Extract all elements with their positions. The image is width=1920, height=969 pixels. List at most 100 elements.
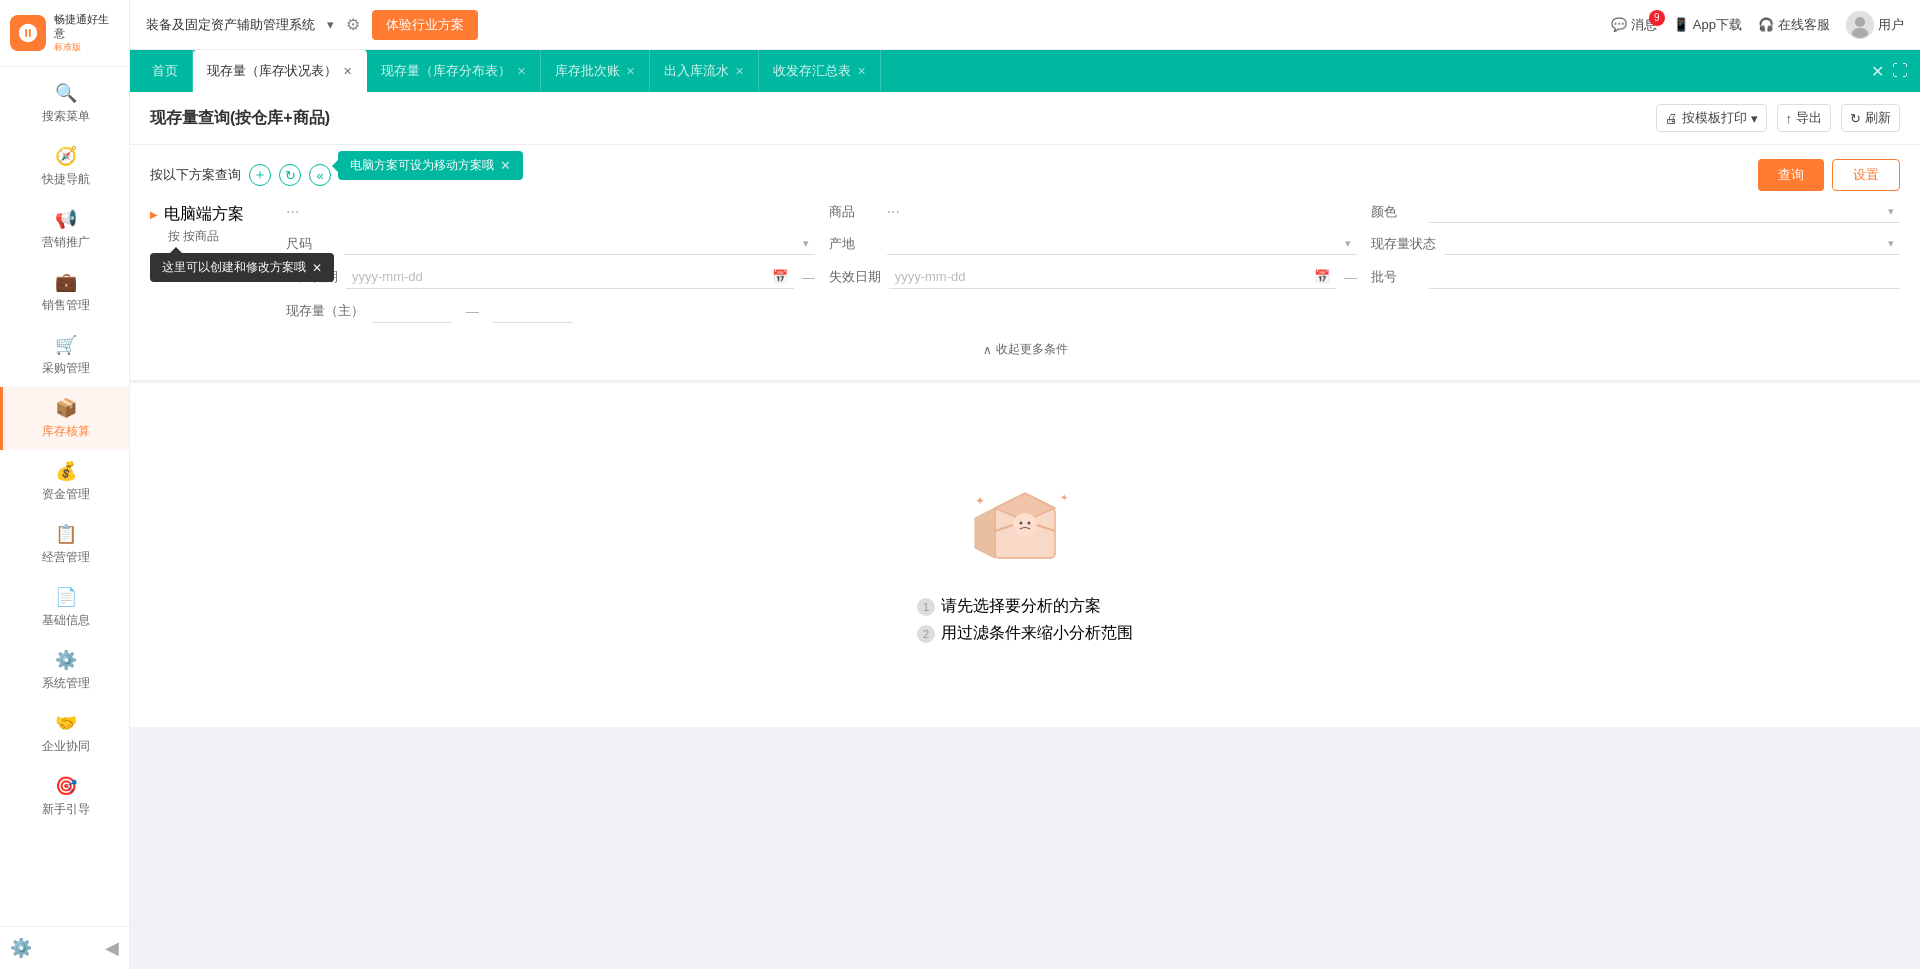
- expire-date-dash: —: [1344, 270, 1357, 285]
- system-dropdown-btn[interactable]: ▾: [327, 17, 334, 32]
- tabs-bar: 首页 现存量（库存状况表） ✕ 现存量（库存分布表） ✕ 库存批次账 ✕ 出入库…: [130, 50, 1920, 92]
- user-area[interactable]: 用户: [1846, 11, 1904, 39]
- tab-home[interactable]: 首页: [138, 50, 193, 92]
- refresh-scheme-btn[interactable]: ↻: [279, 164, 301, 186]
- tab-batch[interactable]: 库存批次账 ✕: [541, 50, 650, 92]
- add-scheme-btn[interactable]: ＋: [249, 164, 271, 186]
- sidebar-item-system[interactable]: ⚙️ 系统管理: [0, 639, 129, 702]
- sidebar-item-guide[interactable]: 🧭 快捷导航: [0, 135, 129, 198]
- produce-date-from[interactable]: yyyy-mm-dd 📅: [346, 265, 794, 289]
- tab-inventory-dist[interactable]: 现存量（库存分布表） ✕: [367, 50, 541, 92]
- produce-date-calendar-icon[interactable]: 📅: [772, 269, 788, 284]
- stock-qty-to[interactable]: [493, 299, 573, 323]
- tab-inout[interactable]: 出入库流水 ✕: [650, 50, 759, 92]
- logo-main-text: 畅捷通好生意: [54, 12, 119, 41]
- settings-bottom-icon[interactable]: ⚙️: [10, 937, 32, 959]
- newbie-icon: 🎯: [55, 775, 77, 797]
- header-gear-icon[interactable]: ⚙: [346, 15, 360, 34]
- sidebar-item-search[interactable]: 🔍 搜索菜单: [0, 72, 129, 135]
- marketing-icon: 📢: [55, 208, 77, 230]
- batch-label: 批号: [1371, 268, 1421, 286]
- tab-expand-icon[interactable]: ⛶: [1892, 62, 1908, 80]
- tooltip2-text: 这里可以创建和修改方案哦: [162, 259, 306, 276]
- prev-scheme-btn[interactable]: «: [309, 164, 331, 186]
- collapse-up-icon: ∧: [983, 343, 992, 357]
- tab-home-label: 首页: [152, 62, 178, 80]
- expire-date-calendar-icon[interactable]: 📅: [1314, 269, 1330, 284]
- tab-inout-close[interactable]: ✕: [735, 65, 744, 78]
- size-label: 尺码: [286, 235, 336, 253]
- tooltip1-close[interactable]: ✕: [500, 158, 511, 173]
- message-badge: 9: [1649, 10, 1665, 26]
- industry-plan-btn[interactable]: 体验行业方案: [372, 10, 478, 40]
- scheme-desktop[interactable]: ▶ 电脑端方案: [150, 201, 270, 228]
- filter-row-2: 尺码 ▾ 产地 ▾: [286, 233, 1900, 255]
- filter-label: 按以下方案查询: [150, 166, 241, 184]
- origin-select[interactable]: ▾: [887, 233, 1358, 255]
- empty-state: ✦ ✦ 1 请先选择要分析的方案 2 用过滤条件来缩小分析范围: [130, 383, 1920, 727]
- app-download-btn[interactable]: 📱 App下载: [1673, 16, 1742, 34]
- size-select[interactable]: ▾: [344, 233, 815, 255]
- empty-hint-2: 2 用过滤条件来缩小分析范围: [917, 623, 1133, 644]
- filter-field-produce-date: 生产日期 yyyy-mm-dd 📅 —: [286, 265, 815, 289]
- tab-inventory-dist-close[interactable]: ✕: [517, 65, 526, 78]
- warehouse-dots[interactable]: ···: [286, 203, 299, 221]
- scheme-subitem[interactable]: 按 按商品: [150, 228, 270, 245]
- export-btn[interactable]: ↑ 导出: [1777, 104, 1832, 132]
- search-icon: 🔍: [55, 82, 77, 104]
- sidebar-item-enterprise[interactable]: 🤝 企业协同: [0, 702, 129, 765]
- print-btn[interactable]: 🖨 按模板打印 ▾: [1656, 104, 1767, 132]
- sidebar-item-inventory[interactable]: 📦 库存核算: [0, 387, 129, 450]
- sidebar-item-newbie[interactable]: 🎯 新手引导: [0, 765, 129, 828]
- page-title: 现存量查询(按仓库+商品): [150, 108, 330, 129]
- stock-status-select[interactable]: ▾: [1444, 233, 1900, 255]
- stock-qty-dash: —: [466, 304, 479, 319]
- online-support-btn[interactable]: 🎧 在线客服: [1758, 16, 1830, 34]
- collapse-btn[interactable]: ∧ 收起更多条件: [983, 341, 1068, 358]
- collapse-icon[interactable]: ◀: [105, 937, 119, 959]
- expire-date-from[interactable]: yyyy-mm-dd 📅: [889, 265, 1337, 289]
- tab-inventory-status-close[interactable]: ✕: [343, 65, 352, 78]
- sidebar-item-basic[interactable]: 📄 基础信息: [0, 576, 129, 639]
- color-select[interactable]: ▾: [1429, 201, 1900, 223]
- goods-label: 商品: [829, 203, 879, 221]
- color-dropdown-arrow: ▾: [1888, 205, 1894, 218]
- goods-dots[interactable]: ···: [887, 203, 900, 221]
- sidebar-item-marketing[interactable]: 📢 营销推广: [0, 198, 129, 261]
- tab-batch-close[interactable]: ✕: [626, 65, 635, 78]
- scheme-desktop-label: 电脑端方案: [164, 204, 244, 225]
- origin-dropdown-arrow: ▾: [1345, 237, 1351, 250]
- sidebar-item-purchase[interactable]: 🛒 采购管理: [0, 324, 129, 387]
- online-support-label: 在线客服: [1778, 16, 1830, 34]
- sidebar-item-sales[interactable]: 💼 销售管理: [0, 261, 129, 324]
- tab-inout-label: 出入库流水: [664, 62, 729, 80]
- tab-summary-close[interactable]: ✕: [857, 65, 866, 78]
- tab-inventory-status-label: 现存量（库存状况表）: [207, 62, 337, 80]
- expire-date-from-placeholder: yyyy-mm-dd: [895, 269, 966, 284]
- message-btn[interactable]: 💬 消息 9: [1611, 16, 1657, 34]
- tab-inventory-status[interactable]: 现存量（库存状况表） ✕: [193, 50, 367, 92]
- tab-close-all-icon[interactable]: ✕: [1871, 62, 1884, 81]
- page-header: 现存量查询(按仓库+商品) 🖨 按模板打印 ▾ ↑ 导出 ↻ 刷新: [130, 92, 1920, 145]
- size-dropdown-arrow: ▾: [803, 237, 809, 250]
- refresh-btn[interactable]: ↻ 刷新: [1841, 104, 1900, 132]
- enterprise-icon: 🤝: [55, 712, 77, 734]
- logo-icon: [10, 15, 46, 51]
- scheme-subitem-label: 按 按商品: [168, 229, 219, 243]
- batch-input[interactable]: [1429, 265, 1900, 289]
- tooltip2-close[interactable]: ✕: [312, 261, 322, 275]
- hint1-number: 1: [917, 598, 935, 616]
- empty-illustration: ✦ ✦: [965, 463, 1085, 577]
- print-dropdown-icon: ▾: [1751, 111, 1758, 126]
- tab-summary[interactable]: 收发存汇总表 ✕: [759, 50, 881, 92]
- refresh-icon: ↻: [1850, 111, 1861, 126]
- query-btn[interactable]: 查询: [1758, 159, 1824, 191]
- operation-icon: 📋: [55, 523, 77, 545]
- filter-field-stock-status: 现存量状态 ▾: [1371, 233, 1900, 255]
- sidebar-item-operation[interactable]: 📋 经营管理: [0, 513, 129, 576]
- export-icon: ↑: [1786, 111, 1793, 126]
- set-btn[interactable]: 设置: [1832, 159, 1900, 191]
- sidebar-item-finance[interactable]: 💰 资金管理: [0, 450, 129, 513]
- filter-field-stock-qty: 现存量（主） —: [286, 299, 819, 323]
- stock-qty-from[interactable]: [372, 299, 452, 323]
